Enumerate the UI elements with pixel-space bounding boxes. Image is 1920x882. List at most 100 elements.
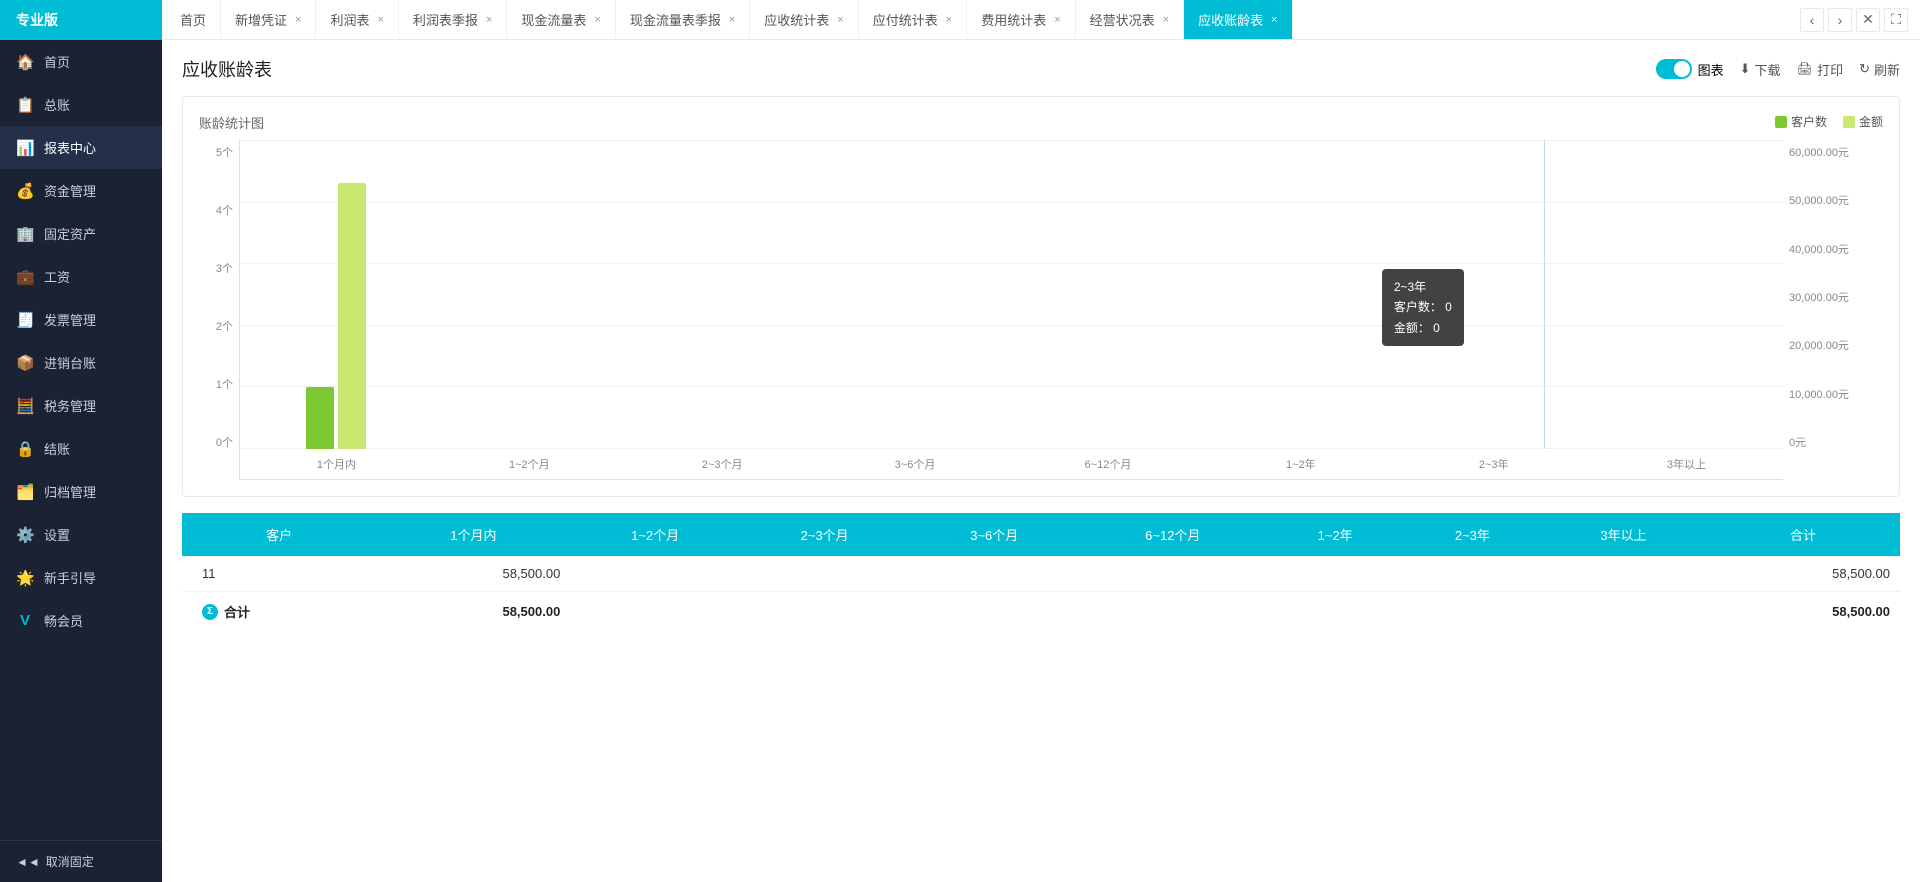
bar-group-m3-6 (819, 140, 1012, 449)
sidebar-item-label: 工资 (44, 267, 70, 286)
assets-icon: 🏢 (16, 225, 34, 243)
col-m1-2: 1~2个月 (570, 513, 740, 556)
sidebar-item-label: 首页 (44, 52, 70, 71)
sidebar-item-label: 发票管理 (44, 310, 96, 329)
closing-icon: 🔒 (16, 440, 34, 458)
tab-profit-quarterly[interactable]: 利润表季报 × (399, 0, 507, 40)
tab-voucher-close[interactable]: × (295, 14, 301, 26)
tab-cashflow-close[interactable]: × (594, 14, 600, 26)
toggle-track[interactable] (1656, 59, 1692, 79)
tab-business[interactable]: 经营状况表 × (1076, 0, 1184, 40)
tab-expense-stats[interactable]: 费用统计表 × (967, 0, 1075, 40)
tab-ar-stats-label: 应收统计表 (764, 10, 829, 29)
tab-cashflow-quarterly[interactable]: 现金流量表季报 × (616, 0, 750, 40)
chart-title: 账龄统计图 (199, 113, 1883, 132)
x-label-y1-2: 1~2年 (1204, 449, 1397, 479)
tab-ar-aging-close[interactable]: × (1271, 14, 1277, 26)
sidebar-item-ledger[interactable]: 📋 总账 (0, 83, 162, 126)
legend-customer-count-dot (1775, 116, 1787, 128)
print-button[interactable]: 🖨 打印 (1797, 60, 1844, 79)
refresh-button[interactable]: ↻ 刷新 (1859, 60, 1900, 79)
sidebar-item-funds[interactable]: 💰 资金管理 (0, 169, 162, 212)
sidebar-item-reports[interactable]: 📊 报表中心 (0, 126, 162, 169)
tab-ar-aging[interactable]: 应收账龄表 × (1184, 0, 1292, 40)
y-right-40000: 40,000.00元 (1789, 241, 1849, 257)
tab-profit[interactable]: 利润表 × (316, 0, 398, 40)
table-header-row: 客户 1个月内 1~2个月 2~3个月 3~6个月 6~12个月 1~2年 2~… (182, 513, 1900, 556)
sidebar-item-tax[interactable]: 🧮 税务管理 (0, 384, 162, 427)
sidebar-item-member[interactable]: V 畅会员 (0, 599, 162, 642)
download-label: 下载 (1755, 60, 1781, 79)
legend-amount: 金额 (1843, 113, 1883, 130)
chart-toggle[interactable]: 图表 (1656, 59, 1724, 79)
download-icon: ⬇ (1740, 61, 1751, 77)
tab-cashflow[interactable]: 现金流量表 × (507, 0, 615, 40)
unpin-button[interactable]: ◄◄ 取消固定 (0, 840, 162, 882)
tab-business-close[interactable]: × (1163, 14, 1169, 26)
legend-customer-count-label: 客户数 (1791, 113, 1827, 130)
col-customer: 客户 (182, 513, 376, 556)
tab-expense-stats-close[interactable]: × (1054, 14, 1060, 26)
sidebar-item-label: 畅会员 (44, 611, 83, 630)
tab-business-label: 经营状况表 (1090, 10, 1155, 29)
tab-next-button[interactable]: › (1828, 8, 1852, 32)
sidebar-item-invoices[interactable]: 🧾 发票管理 (0, 298, 162, 341)
sidebar-item-home[interactable]: 🏠 首页 (0, 40, 162, 83)
bar-group-m1 (240, 140, 433, 449)
x-axis: 1个月内 1~2个月 2~3个月 3~6个月 6~12个月 1~2年 2~3年 … (240, 449, 1783, 479)
y-left-4: 4个 (216, 202, 233, 218)
tab-voucher[interactable]: 新增凭证 × (221, 0, 316, 40)
page-actions: 图表 ⬇ 下载 🖨 打印 ↻ 刷新 (1656, 59, 1900, 79)
y-axis-left: 5个 4个 3个 2个 1个 0个 (199, 140, 239, 480)
chart-legend: 客户数 金额 (1775, 113, 1883, 130)
sidebar-item-assets[interactable]: 🏢 固定资产 (0, 212, 162, 255)
bar-m1-count (306, 387, 334, 449)
tab-cashflow-quarterly-close[interactable]: × (729, 14, 735, 26)
x-label-y2-3: 2~3年 (1397, 449, 1590, 479)
col-m2-3: 2~3个月 (740, 513, 910, 556)
download-button[interactable]: ⬇ 下载 (1740, 60, 1781, 79)
sidebar-item-payroll[interactable]: 💼 工资 (0, 255, 162, 298)
sidebar-item-inventory[interactable]: 📦 进销台账 (0, 341, 162, 384)
y-axis-right: 60,000.00元 50,000.00元 40,000.00元 30,000.… (1783, 140, 1883, 480)
col-y3plus: 3年以上 (1541, 513, 1706, 556)
y-right-20000: 20,000.00元 (1789, 337, 1849, 353)
tab-cashflow-label: 现金流量表 (521, 10, 586, 29)
tab-ar-stats[interactable]: 应收统计表 × (750, 0, 858, 40)
refresh-icon: ↻ (1859, 61, 1870, 77)
reports-icon: 📊 (16, 139, 34, 157)
footer-m3-6 (909, 592, 1079, 632)
footer-y3plus (1541, 592, 1706, 632)
y-right-60000: 60,000.00元 (1789, 144, 1849, 160)
footer-m1-2 (570, 592, 740, 632)
tab-ar-stats-close[interactable]: × (837, 14, 843, 26)
y-right-50000: 50,000.00元 (1789, 192, 1849, 208)
sidebar-item-closing[interactable]: 🔒 结账 (0, 427, 162, 470)
tab-expand-button[interactable]: ⛶ (1884, 8, 1908, 32)
sidebar-item-label: 税务管理 (44, 396, 96, 415)
tab-profit-quarterly-close[interactable]: × (486, 14, 492, 26)
cell-m6-12 (1079, 556, 1267, 592)
unpin-icon: ◄◄ (16, 855, 40, 869)
tab-profit-close[interactable]: × (377, 14, 383, 26)
tab-home[interactable]: 首页 (166, 0, 221, 40)
tab-prev-button[interactable]: ‹ (1800, 8, 1824, 32)
table-footer-row: Σ 合计 58,500.00 58,500.00 (182, 592, 1900, 632)
tab-ap-stats[interactable]: 应付统计表 × (859, 0, 967, 40)
cell-y2-3 (1404, 556, 1541, 592)
footer-m6-12 (1079, 592, 1267, 632)
tab-close-all-button[interactable]: ✕ (1856, 8, 1880, 32)
tax-icon: 🧮 (16, 397, 34, 415)
sidebar-item-archive[interactable]: 🗂️ 归档管理 (0, 470, 162, 513)
x-label-y3plus: 3年以上 (1590, 449, 1783, 479)
tab-ap-stats-close[interactable]: × (946, 14, 952, 26)
sidebar-item-guide[interactable]: 🌟 新手引导 (0, 556, 162, 599)
page-header: 应收账龄表 图表 ⬇ 下载 🖨 打印 ↻ 刷新 (182, 56, 1900, 82)
sidebar-item-settings[interactable]: ⚙️ 设置 (0, 513, 162, 556)
y-left-1: 1个 (216, 376, 233, 392)
total-label: Σ 合计 (202, 602, 366, 621)
footer-total-value: 58,500.00 (1832, 604, 1890, 619)
funds-icon: 💰 (16, 182, 34, 200)
footer-m1: 58,500.00 (376, 592, 570, 632)
cell-total: 58,500.00 (1706, 556, 1900, 592)
